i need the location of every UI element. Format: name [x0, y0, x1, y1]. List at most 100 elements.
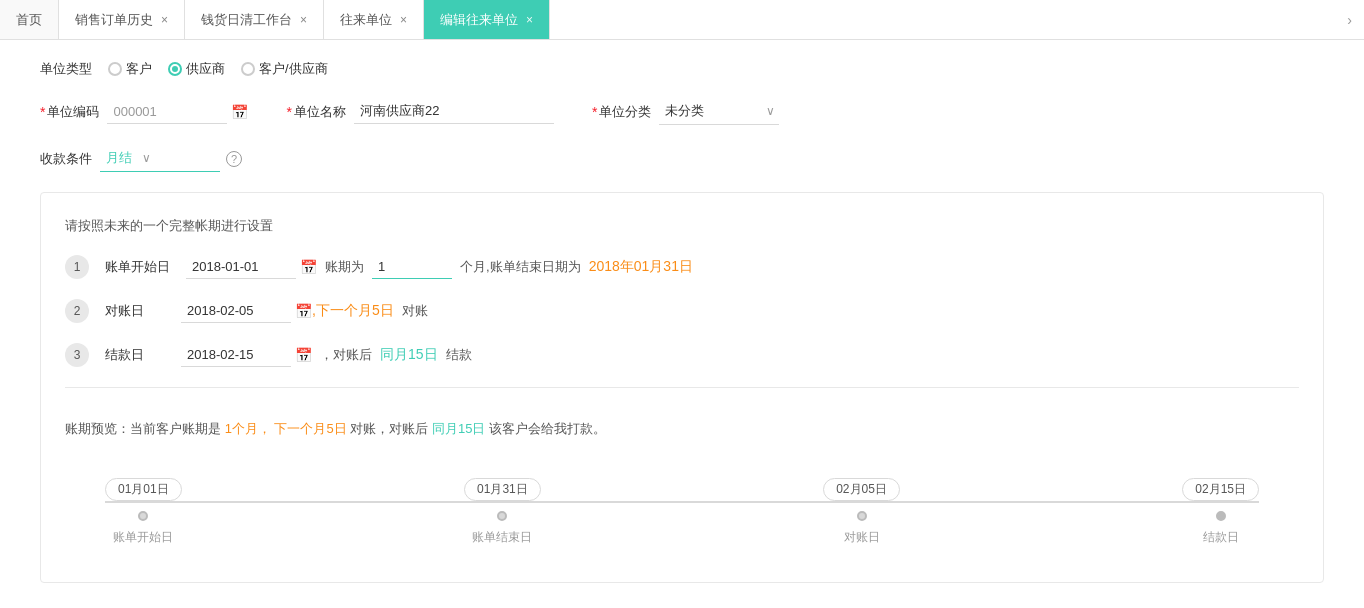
- preview-1month: 1个月，: [225, 421, 271, 436]
- period-cal-3[interactable]: 📅: [295, 347, 312, 363]
- timeline-badge-1: 01月01日: [105, 478, 182, 501]
- panel-divider: [65, 387, 1299, 388]
- unit-code-icon[interactable]: 📅: [231, 104, 248, 120]
- period-text-3a: ，对账后: [320, 346, 372, 364]
- timeline-dot-4: [1216, 511, 1226, 521]
- preview-mid: 对账，对账后: [350, 421, 428, 436]
- tab-sales-order-history[interactable]: 销售订单历史 ×: [59, 0, 185, 39]
- period-panel: 请按照未来的一个完整帐期进行设置 1 账单开始日 📅 账期为 个月,账单结束日期…: [40, 192, 1324, 583]
- radio-supplier[interactable]: 供应商: [168, 60, 225, 78]
- unit-name-label: 单位名称: [294, 103, 346, 121]
- timeline-sublabel-2: 账单结束日: [472, 529, 532, 546]
- payment-help-icon[interactable]: ?: [226, 151, 242, 167]
- unit-name-input[interactable]: [354, 100, 554, 124]
- period-label-2: 对账日: [105, 302, 165, 320]
- period-number-2: 2: [65, 299, 89, 323]
- unit-name-group: * 单位名称: [286, 100, 553, 124]
- unit-code-group: * 单位编码 📅: [40, 100, 248, 124]
- period-cal-2[interactable]: 📅: [295, 303, 312, 319]
- panel-title: 请按照未来的一个完整帐期进行设置: [65, 217, 1299, 235]
- tab-sales-label: 销售订单历史: [75, 11, 153, 29]
- timeline-dot-1: [138, 511, 148, 521]
- timeline-point-3: 02月05日 对账日: [823, 478, 900, 546]
- payment-condition-arrow: ∨: [138, 151, 155, 165]
- period-number-1: 1: [65, 255, 89, 279]
- payment-condition-select[interactable]: 月结 ∨: [100, 145, 220, 172]
- period-text-3b: 结款: [446, 346, 472, 364]
- radio-customer[interactable]: 客户: [108, 60, 152, 78]
- unit-name-star: *: [286, 104, 291, 120]
- period-cal-1[interactable]: 📅: [300, 259, 317, 275]
- timeline-badge-3: 02月05日: [823, 478, 900, 501]
- radio-supplier-label: 供应商: [186, 60, 225, 78]
- unit-code-input[interactable]: [107, 100, 227, 124]
- payment-condition-group: 收款条件 月结 ∨ ?: [40, 145, 242, 172]
- payment-condition-row: 收款条件 月结 ∨ ?: [40, 145, 1324, 172]
- tab-partner-close[interactable]: ×: [400, 13, 407, 27]
- radio-customer-circle: [108, 62, 122, 76]
- period-date-3[interactable]: [181, 343, 291, 367]
- timeline-sublabel-4: 结款日: [1203, 529, 1239, 546]
- period-number-3: 3: [65, 343, 89, 367]
- period-row-1: 1 账单开始日 📅 账期为 个月,账单结束日期为 2018年01月31日: [65, 255, 1299, 279]
- tab-home-label: 首页: [16, 11, 42, 29]
- preview-label: 账期预览：当前客户账期是: [65, 421, 221, 436]
- period-month-input[interactable]: [372, 255, 452, 279]
- period-text-1b: 个月,账单结束日期为: [460, 258, 581, 276]
- period-text-1a: 账期为: [325, 258, 364, 276]
- tab-home[interactable]: 首页: [0, 0, 59, 39]
- timeline-dot-3: [857, 511, 867, 521]
- preview-same15: 同月15日: [432, 421, 485, 436]
- preview-text: 账期预览：当前客户账期是 1个月， 下一个月5日 对账，对账后 同月15日 该客…: [65, 404, 1299, 438]
- unit-code-star: *: [40, 104, 45, 120]
- tab-edit-close[interactable]: ×: [526, 13, 533, 27]
- unit-category-group: * 单位分类 未分类 ∨: [592, 98, 779, 125]
- unit-type-label: 单位类型: [40, 60, 92, 78]
- unit-category-arrow: ∨: [762, 104, 779, 118]
- main-content: 单位类型 客户 供应商 客户/供应商 * 单位编码: [0, 40, 1364, 608]
- unit-category-select[interactable]: 未分类 ∨: [659, 98, 779, 125]
- preview-end: 该客户会给我打款。: [489, 421, 606, 436]
- tab-cash-label: 钱货日清工作台: [201, 11, 292, 29]
- period-date-1[interactable]: [186, 255, 296, 279]
- radio-both-label: 客户/供应商: [259, 60, 328, 78]
- radio-both[interactable]: 客户/供应商: [241, 60, 328, 78]
- timeline-point-4: 02月15日 结款日: [1182, 478, 1259, 546]
- period-row-2: 2 对账日 📅 ,下一个月5日 对账: [65, 299, 1299, 323]
- preview-next5: 下一个月5日: [274, 421, 346, 436]
- unit-info-row: * 单位编码 📅 * 单位名称 * 单位分类 未分类 ∨: [40, 98, 1324, 125]
- tab-edit-label: 编辑往来单位: [440, 11, 518, 29]
- timeline-dot-2: [497, 511, 507, 521]
- timeline-sublabel-3: 对账日: [844, 529, 880, 546]
- timeline: 01月01日 账单开始日 01月31日 账单结束日 02月05日 对账日 02月…: [65, 458, 1299, 566]
- tab-cash-close[interactable]: ×: [300, 13, 307, 27]
- unit-category-value: 未分类: [659, 98, 762, 124]
- tab-arrow-icon: ›: [1347, 12, 1352, 28]
- timeline-points: 01月01日 账单开始日 01月31日 账单结束日 02月05日 对账日 02月…: [105, 478, 1259, 546]
- period-same15: 同月15日: [380, 346, 438, 364]
- unit-code-label: 单位编码: [47, 103, 99, 121]
- radio-supplier-circle: [168, 62, 182, 76]
- period-label-1: 账单开始日: [105, 258, 170, 276]
- period-row-3: 3 结款日 📅 ，对账后 同月15日 结款: [65, 343, 1299, 367]
- tab-cash-reconciliation[interactable]: 钱货日清工作台 ×: [185, 0, 324, 39]
- unit-category-label: 单位分类: [599, 103, 651, 121]
- timeline-sublabel-1: 账单开始日: [113, 529, 173, 546]
- tab-partner-label: 往来单位: [340, 11, 392, 29]
- radio-both-circle: [241, 62, 255, 76]
- timeline-badge-2: 01月31日: [464, 478, 541, 501]
- period-text-2: 对账: [402, 302, 428, 320]
- payment-condition-value: 月结: [100, 145, 138, 171]
- tab-sales-close[interactable]: ×: [161, 13, 168, 27]
- unit-category-star: *: [592, 104, 597, 120]
- period-label-3: 结款日: [105, 346, 165, 364]
- unit-type-radio-group: 客户 供应商 客户/供应商: [108, 60, 328, 78]
- radio-customer-label: 客户: [126, 60, 152, 78]
- tab-partner-units[interactable]: 往来单位 ×: [324, 0, 424, 39]
- period-next5: ,下一个月5日: [312, 302, 394, 320]
- period-date-2[interactable]: [181, 299, 291, 323]
- tab-more-arrow[interactable]: ›: [1335, 0, 1364, 39]
- tab-edit-partner[interactable]: 编辑往来单位 ×: [424, 0, 550, 39]
- tab-bar: 首页 销售订单历史 × 钱货日清工作台 × 往来单位 × 编辑往来单位 × ›: [0, 0, 1364, 40]
- payment-condition-label: 收款条件: [40, 150, 92, 168]
